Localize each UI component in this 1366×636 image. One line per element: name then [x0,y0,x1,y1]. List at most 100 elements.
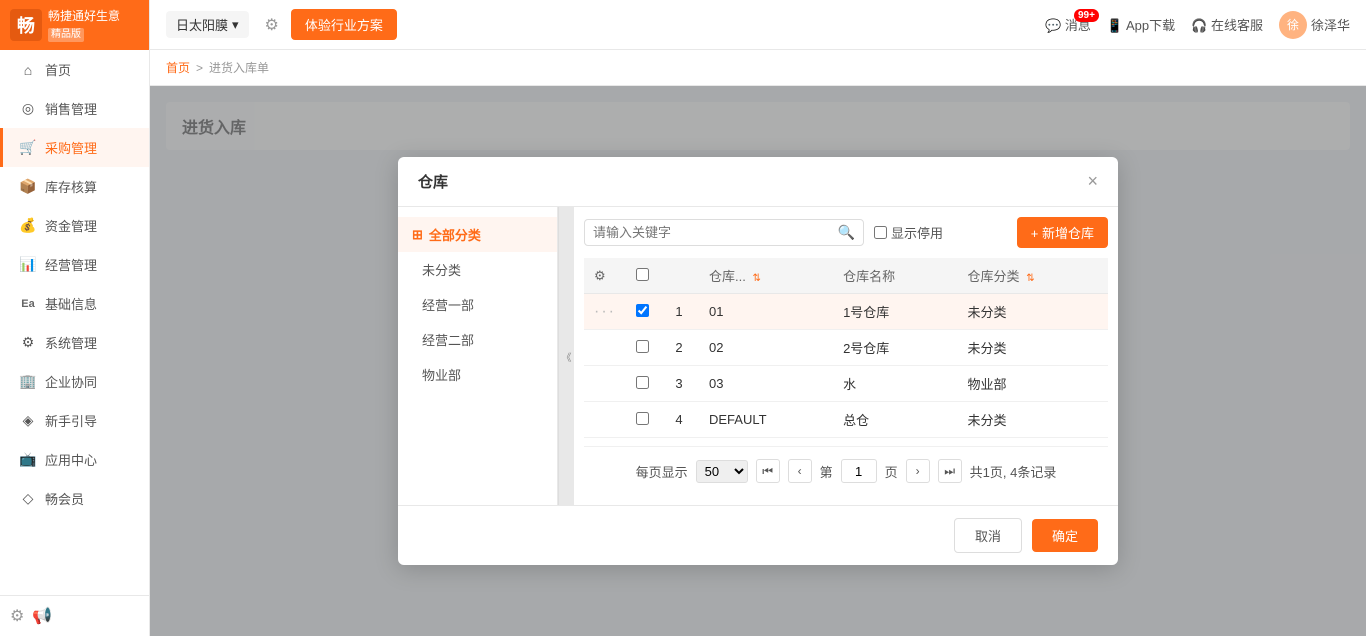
system-icon: ⚙ [19,334,37,352]
member-icon: ◇ [19,490,37,508]
table-row[interactable]: 3 03 水 物业部 [584,366,1108,402]
sidebar-item-label: 库存核算 [45,177,97,196]
sidebar-item-home[interactable]: ⌂ 首页 [0,50,149,89]
breadcrumb-home[interactable]: 首页 [166,59,190,76]
topbar: 日太阳膜 ▾ ⚙ 体验行业方案 💬 消息 99+ 📱 App下载 🎧 在线客服 … [150,0,1366,50]
sidebar-item-capital[interactable]: 💰 资金管理 [0,206,149,245]
sidebar-item-label: 资金管理 [45,216,97,235]
sidebar-item-label: 系统管理 [45,333,97,352]
warehouse-table-wrap: ⚙ 仓库... ⇅ [584,258,1108,438]
page-suffix: 页 [885,462,898,481]
category-label: 物业部 [422,368,461,383]
sort-code-icon[interactable]: ⇅ [752,273,760,284]
th-index [659,258,699,294]
cancel-button[interactable]: 取消 [954,518,1022,553]
sidebar-item-inventory[interactable]: 📦 库存核算 [0,167,149,206]
row-index: 2 [659,330,699,366]
gear-icon[interactable]: ⚙ [594,268,606,283]
collapse-panel-button[interactable]: 《 [558,207,574,505]
content-panel: 🔍 显示停用 + 新增仓库 [574,207,1118,505]
first-page-button[interactable]: ⏮ [756,459,780,483]
page-input[interactable] [841,459,877,483]
confirm-button[interactable]: 确定 [1032,519,1098,552]
th-code: 仓库... ⇅ [699,258,833,294]
user-avatar[interactable]: 徐 徐泽华 [1279,11,1350,39]
service-button[interactable]: 🎧 在线客服 [1191,15,1263,34]
row-index: 3 [659,366,699,402]
show-disabled-check[interactable] [874,226,887,239]
row-gear [584,366,626,402]
settings-icon[interactable]: ⚙ [10,606,24,626]
sidebar-item-member[interactable]: ◇ 畅会员 [0,479,149,518]
table-row[interactable]: 2 02 2号仓库 未分类 [584,330,1108,366]
logo-sub: 精品版 [48,28,84,42]
main-area: 日太阳膜 ▾ ⚙ 体验行业方案 💬 消息 99+ 📱 App下载 🎧 在线客服 … [150,0,1366,636]
topbar-gear-icon[interactable]: ⚙ [265,15,279,35]
app-label: App下载 [1126,18,1175,33]
sidebar-item-label: 销售管理 [45,99,97,118]
category-item-unclassified[interactable]: 未分类 [398,252,557,287]
last-page-button[interactable]: ⏭ [938,459,962,483]
show-disabled-checkbox[interactable]: 显示停用 [874,223,943,242]
table-row[interactable]: 4 DEFAULT 总仓 未分类 [584,402,1108,438]
search-input[interactable] [593,225,838,240]
select-all-checkbox[interactable] [636,268,649,281]
sidebar-item-enterprise[interactable]: 🏢 企业协同 [0,362,149,401]
enterprise-icon: 🏢 [19,373,37,391]
show-disabled-label: 显示停用 [891,223,943,242]
message-button[interactable]: 💬 消息 99+ [1045,15,1091,34]
th-category-label: 仓库分类 [968,269,1020,284]
store-selector[interactable]: 日太阳膜 ▾ [166,11,249,38]
row-checkbox[interactable] [636,304,649,317]
th-gear: ⚙ [584,258,626,294]
app-download-button[interactable]: 📱 App下载 [1107,15,1175,34]
row-name: 1号仓库 [833,294,957,330]
table-row[interactable]: ··· 1 01 1号仓库 未分类 [584,294,1108,330]
category-panel: ⊞ 全部分类 未分类 经营一部 经营二部 物业部 [398,207,558,505]
sidebar-logo: 畅 畅捷通好生意 精品版 [0,0,149,50]
sidebar-item-system[interactable]: ⚙ 系统管理 [0,323,149,362]
row-name: 水 [833,366,957,402]
row-code: 02 [699,330,833,366]
prev-page-button[interactable]: ‹ [788,459,812,483]
sidebar-item-guide[interactable]: ◈ 新手引导 [0,401,149,440]
breadcrumb: 首页 > 进货入库单 [150,50,1366,86]
per-page-select[interactable]: 50 10 20 100 [696,460,748,483]
category-item-property[interactable]: 物业部 [398,357,557,392]
th-category: 仓库分类 ⇅ [958,258,1108,294]
inventory-icon: 📦 [19,178,37,196]
search-bar: 🔍 显示停用 + 新增仓库 [584,217,1108,248]
sidebar-item-label: 首页 [45,60,71,79]
page-label: 第 [820,462,833,481]
per-page-label: 每页显示 [636,462,688,481]
breadcrumb-current: 进货入库单 [209,59,269,76]
row-checkbox[interactable] [636,340,649,353]
category-label: 经营一部 [422,298,474,313]
content-area: 进货入库 仓库 × ⊞ 全部分类 [150,86,1366,636]
sidebar-item-label: 应用中心 [45,450,97,469]
sidebar-item-operation[interactable]: 📊 经营管理 [0,245,149,284]
sidebar-item-appcenter[interactable]: 📺 应用中心 [0,440,149,479]
speaker-icon[interactable]: 📢 [32,606,52,626]
category-all-item[interactable]: ⊞ 全部分类 [398,217,557,252]
sidebar-item-basicinfo[interactable]: Ea 基础信息 [0,284,149,323]
row-dots-icon: ··· [594,303,616,320]
table-header-row: ⚙ 仓库... ⇅ [584,258,1108,294]
modal-close-button[interactable]: × [1087,171,1098,192]
category-item-dept1[interactable]: 经营一部 [398,287,557,322]
sidebar-item-sales[interactable]: ◎ 销售管理 [0,89,149,128]
row-checkbox[interactable] [636,376,649,389]
search-icon[interactable]: 🔍 [838,224,855,241]
store-name: 日太阳膜 [176,15,228,34]
sidebar-item-purchase[interactable]: 🛒 采购管理 [0,128,149,167]
sidebar-bottom: ⚙ 📢 [0,595,149,636]
category-item-dept2[interactable]: 经营二部 [398,322,557,357]
modal-overlay: 仓库 × ⊞ 全部分类 未分类 经营一 [150,86,1366,636]
trial-button[interactable]: 体验行业方案 [291,9,397,40]
purchase-icon: 🛒 [19,139,37,157]
row-checkbox[interactable] [636,412,649,425]
sort-category-icon[interactable]: ⇅ [1026,273,1034,284]
new-warehouse-button[interactable]: + 新增仓库 [1017,217,1108,248]
breadcrumb-sep: > [196,61,203,75]
next-page-button[interactable]: › [906,459,930,483]
